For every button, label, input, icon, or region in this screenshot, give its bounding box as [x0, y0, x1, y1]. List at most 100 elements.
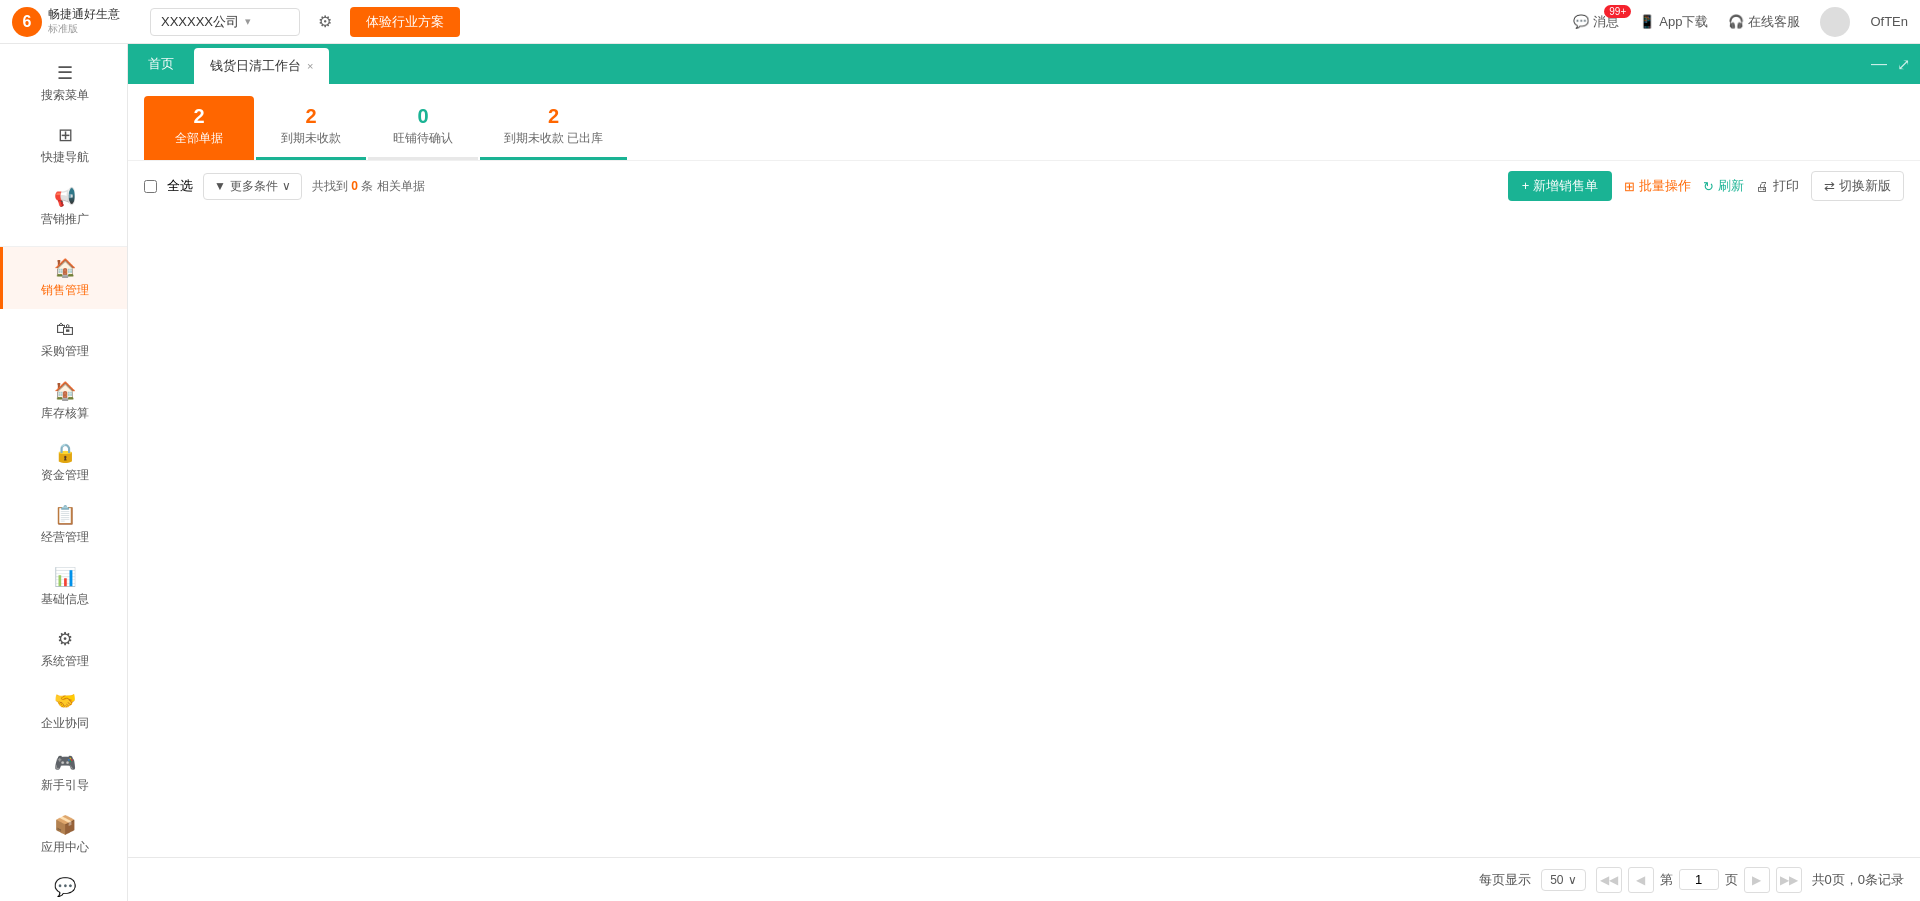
total-records: 共0页，0条记录: [1812, 871, 1904, 889]
sidebar-item-guide[interactable]: 🎮 新手引导: [0, 742, 127, 804]
last-page-button[interactable]: ▶▶: [1776, 867, 1802, 893]
print-button[interactable]: 🖨 打印: [1756, 177, 1799, 195]
sidebar-item-appcenter[interactable]: 📦 应用中心: [0, 804, 127, 866]
message-icon: 💬: [1573, 14, 1589, 29]
app-download-item[interactable]: 📱 App下载: [1639, 13, 1708, 31]
sidebar-item-sales[interactable]: 🏠 销售管理: [0, 247, 127, 309]
per-page-label: 每页显示: [1479, 871, 1531, 889]
guide-icon: 🎮: [54, 752, 76, 774]
stat-tab-all[interactable]: 2 全部单据: [144, 96, 254, 160]
stat-label-wangpu: 旺铺待确认: [392, 130, 454, 147]
sidebar-label-enterprise: 企业协同: [41, 715, 89, 732]
refresh-label: 刷新: [1718, 177, 1744, 195]
enterprise-icon: 🤝: [54, 690, 76, 712]
sidebar-label-appcenter: 应用中心: [41, 839, 89, 856]
found-num: 0: [351, 179, 358, 193]
filter-icon: ▼: [214, 179, 226, 193]
headset-icon: 🎧: [1728, 14, 1744, 29]
stat-num-overdue: 2: [280, 104, 342, 128]
filter-arrow-icon: ∨: [282, 179, 291, 193]
batch-label: 批量操作: [1639, 177, 1691, 195]
sidebar-label-basic-info: 基础信息: [41, 591, 89, 608]
page-number-input[interactable]: [1679, 869, 1719, 890]
new-sale-button[interactable]: + 新增销售单: [1508, 171, 1612, 201]
sidebar-item-operations[interactable]: 📋 经营管理: [0, 494, 127, 556]
filter-button[interactable]: ▼ 更多条件 ∨: [203, 173, 302, 200]
sidebar-item-search[interactable]: ☰ 搜索菜单: [0, 52, 127, 114]
tab-qhrc[interactable]: 钱货日清工作台 ×: [194, 48, 329, 84]
sidebar-item-quicknav[interactable]: ⊞ 快捷导航: [0, 114, 127, 176]
sidebar-item-finance[interactable]: 🔒 资金管理: [0, 432, 127, 494]
found-suffix: 条 相关单据: [361, 179, 424, 193]
stat-num-all: 2: [168, 104, 230, 128]
operations-icon: 📋: [54, 504, 76, 526]
first-page-button[interactable]: ◀◀: [1596, 867, 1622, 893]
sidebar-item-purchase[interactable]: 🛍 采购管理: [0, 309, 127, 370]
sidebar-label-finance: 资金管理: [41, 467, 89, 484]
select-all-checkbox[interactable]: [144, 180, 157, 193]
company-selector[interactable]: XXXXXX公司 ▾: [150, 8, 300, 36]
sales-icon: 🏠: [54, 257, 76, 279]
stat-tab-shipped[interactable]: 2 到期未收款 已出库: [480, 96, 627, 160]
sidebar-item-basic-info[interactable]: 📊 基础信息: [0, 556, 127, 618]
per-page-arrow-icon: ∨: [1568, 873, 1577, 887]
content-area: 首页 钱货日清工作台 × — ⤢ 2 全部单据 2 到期未收款: [128, 44, 1920, 901]
sidebar-label-system: 系统管理: [41, 653, 89, 670]
tab-home[interactable]: 首页: [128, 44, 194, 84]
sidebar-label-sales: 销售管理: [41, 282, 89, 299]
marketing-icon: 📢: [54, 186, 76, 208]
sidebar-item-weixin[interactable]: 💬 企业微信: [0, 866, 127, 901]
message-item[interactable]: 💬 消息 99+: [1573, 13, 1619, 31]
main-layout: ☰ 搜索菜单 ⊞ 快捷导航 📢 营销推广 🏠 销售管理 🛍 采购管理 🏠 库存核…: [0, 44, 1920, 901]
prev-page-button[interactable]: ◀: [1628, 867, 1654, 893]
print-icon: 🖨: [1756, 179, 1769, 194]
avatar[interactable]: [1820, 7, 1850, 37]
finance-icon: 🔒: [54, 442, 76, 464]
sidebar-label-inventory: 库存核算: [41, 405, 89, 422]
sidebar-item-enterprise[interactable]: 🤝 企业协同: [0, 680, 127, 742]
sidebar-label-marketing: 营销推广: [41, 211, 89, 228]
company-name: XXXXXX公司: [161, 13, 239, 31]
switch-version-button[interactable]: ⇄ 切换新版: [1811, 171, 1904, 201]
filter-label: 更多条件: [230, 178, 278, 195]
tab-bar: 首页 钱货日清工作台 × — ⤢: [128, 44, 1920, 84]
batch-operation-button[interactable]: ⊞ 批量操作: [1624, 177, 1691, 195]
per-page-value: 50: [1550, 873, 1563, 887]
tab-close-icon[interactable]: ×: [307, 60, 313, 72]
inventory-icon: 🏠: [54, 380, 76, 402]
online-service-item[interactable]: 🎧 在线客服: [1728, 13, 1800, 31]
logo-text-block: 畅捷通好生意 标准版: [48, 7, 120, 37]
tab-qhrc-label: 钱货日清工作台: [210, 57, 301, 75]
tab-expand-icon[interactable]: ⤢: [1897, 55, 1910, 74]
trial-button[interactable]: 体验行业方案: [350, 7, 460, 37]
message-badge: 99+: [1604, 5, 1631, 18]
logo-text: 畅捷通好生意: [48, 7, 120, 23]
page-suffix: 页: [1725, 871, 1738, 889]
page-content: 2 全部单据 2 到期未收款 0 旺铺待确认 2 到期未收款 已出库: [128, 84, 1920, 901]
purchase-icon: 🛍: [56, 319, 74, 340]
next-page-button[interactable]: ▶: [1744, 867, 1770, 893]
sidebar-label-search: 搜索菜单: [41, 87, 89, 104]
page-nav: ◀◀ ◀ 第 页 ▶ ▶▶: [1596, 867, 1802, 893]
switch-label: 切换新版: [1839, 177, 1891, 195]
refresh-button[interactable]: ↻ 刷新: [1703, 177, 1744, 195]
stat-tab-wangpu[interactable]: 0 旺铺待确认: [368, 96, 478, 160]
switch-icon: ⇄: [1824, 179, 1835, 194]
stat-tab-overdue[interactable]: 2 到期未收款: [256, 96, 366, 160]
username[interactable]: OfTEn: [1870, 14, 1908, 29]
sidebar-item-marketing[interactable]: 📢 营销推广: [0, 176, 127, 238]
toolbar: 全选 ▼ 更多条件 ∨ 共找到 0 条 相关单据 + 新增销售单 ⊞ 批量操作: [128, 160, 1920, 211]
found-prefix: 共找到: [312, 179, 348, 193]
quicknav-icon: ⊞: [58, 124, 73, 146]
table-area: [128, 211, 1920, 857]
sidebar-item-system[interactable]: ⚙ 系统管理: [0, 618, 127, 680]
sidebar-item-inventory[interactable]: 🏠 库存核算: [0, 370, 127, 432]
per-page-select[interactable]: 50 ∨: [1541, 869, 1585, 891]
stat-label-shipped: 到期未收款 已出库: [504, 130, 603, 147]
sidebar-label-operations: 经营管理: [41, 529, 89, 546]
logo-icon: 6: [12, 7, 42, 37]
settings-icon[interactable]: ⚙: [310, 7, 340, 37]
system-icon: ⚙: [57, 628, 73, 650]
appcenter-icon: 📦: [54, 814, 76, 836]
tab-minimize-icon[interactable]: —: [1871, 55, 1887, 73]
